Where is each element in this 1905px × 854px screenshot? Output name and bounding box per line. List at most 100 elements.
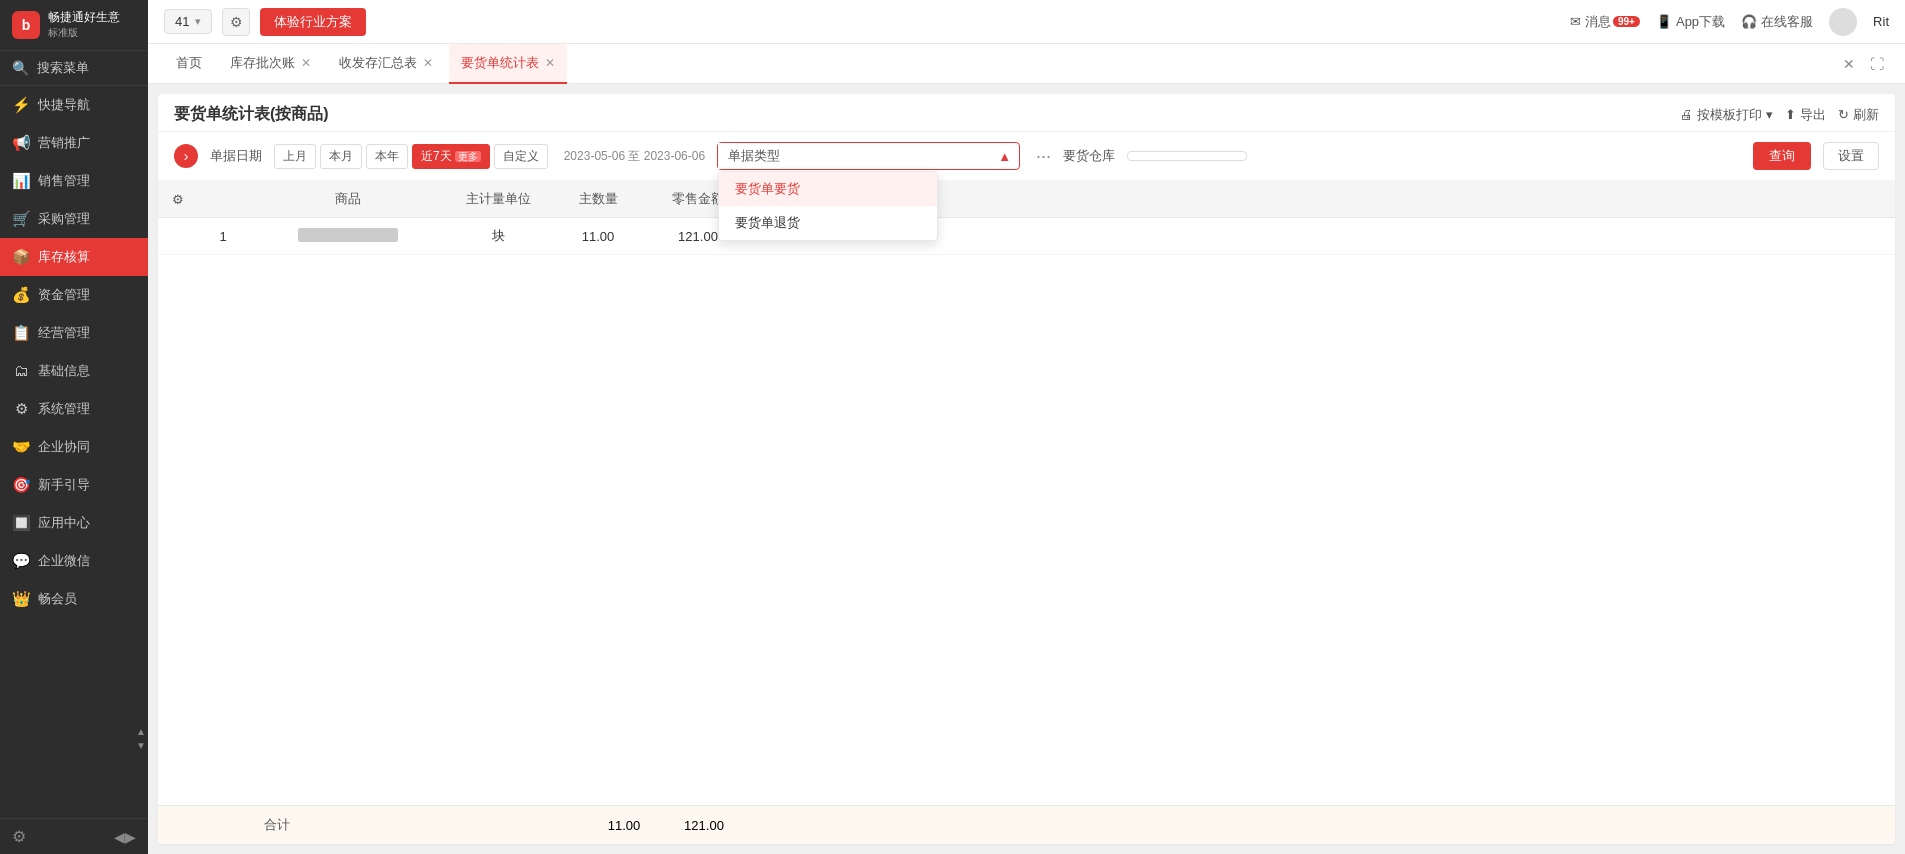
print-template-button[interactable]: 🖨 按模板打印 ▾ [1680, 106, 1773, 124]
custom-date-btn[interactable]: 自定义 [494, 144, 548, 169]
basic-icon: 🗂 [12, 362, 30, 379]
col-quantity-header: 主数量 [548, 181, 648, 218]
sidebar-item-wechat[interactable]: 💬 企业微信 [0, 542, 148, 580]
date-filter-label: 单据日期 [210, 147, 262, 165]
date-btn-group: 上月 本月 本年 近7天更多 自定义 [274, 144, 548, 169]
tabbar: 首页 库存批次账 ✕ 收发存汇总表 ✕ 要货单统计表 ✕ ✕ ⛶ [148, 44, 1905, 84]
app-download-button[interactable]: 📱 App下载 [1656, 13, 1725, 31]
message-label: 消息 [1585, 13, 1611, 31]
tab-home[interactable]: 首页 [164, 44, 214, 84]
sidebar-item-operations[interactable]: 📋 经营管理 [0, 314, 148, 352]
sidebar-item-finance[interactable]: 💰 资金管理 [0, 276, 148, 314]
sidebar-item-label: 快捷导航 [38, 96, 90, 114]
tabbar-actions: ✕ ⛶ [1837, 52, 1889, 76]
type-filter-input[interactable] [790, 145, 990, 168]
tab-order-stats-close[interactable]: ✕ [545, 56, 555, 70]
sidebar-item-label: 畅会员 [38, 590, 77, 608]
sidebar-item-label: 基础信息 [38, 362, 90, 380]
row-index-cell: 1 [198, 218, 248, 255]
tab-batch-account-label: 库存批次账 [230, 54, 295, 72]
sidebar-item-marketing[interactable]: 📢 营销推广 [0, 124, 148, 162]
tab-collection-summary-label: 收发存汇总表 [339, 54, 417, 72]
more-period-btn[interactable]: 近7天更多 [412, 144, 490, 169]
footer-label: 合计 [264, 816, 464, 834]
tab-batch-account[interactable]: 库存批次账 ✕ [218, 44, 323, 84]
topbar-right: ✉ 消息 99+ 📱 App下载 🎧 在线客服 Rit [1570, 8, 1889, 36]
type-filter-dropdown-btn[interactable]: ▲ [990, 145, 1019, 168]
guide-icon: 🎯 [12, 476, 30, 494]
type-filter-group: 单据类型 ▲ 要货单要货 要货单退货 [717, 142, 1020, 170]
row-gear-cell [158, 218, 198, 255]
tab-batch-account-close[interactable]: ✕ [301, 56, 311, 70]
sidebar-item-label: 销售管理 [38, 172, 90, 190]
sidebar-item-member[interactable]: 👑 畅会员 [0, 580, 148, 618]
app-center-icon: 🔲 [12, 514, 30, 532]
online-service-button[interactable]: 🎧 在线客服 [1741, 13, 1813, 31]
cur-year-btn[interactable]: 本年 [366, 144, 408, 169]
trial-button[interactable]: 体验行业方案 [260, 8, 366, 36]
username: Rit [1873, 14, 1889, 29]
company-selector[interactable]: 41 ▾ [164, 9, 212, 34]
sidebar-item-app-center[interactable]: 🔲 应用中心 [0, 504, 148, 542]
sidebar-item-basic[interactable]: 🗂 基础信息 [0, 352, 148, 390]
search-icon: 🔍 [12, 60, 29, 76]
cur-month-btn[interactable]: 本月 [320, 144, 362, 169]
table-row: 1 块 11.00 121.00 [158, 218, 1895, 255]
sidebar-item-label: 经营管理 [38, 324, 90, 342]
sidebar-item-enterprise[interactable]: 🤝 企业协同 [0, 428, 148, 466]
topbar-gear-button[interactable]: ⚙ [222, 8, 250, 36]
col-unit-header: 主计量单位 [448, 181, 548, 218]
sidebar-item-guide[interactable]: 🎯 新手引导 [0, 466, 148, 504]
tab-home-label: 首页 [176, 54, 202, 72]
warehouse-filter-label: 要货仓库 [1063, 147, 1115, 165]
sales-icon: 📊 [12, 172, 30, 190]
page-inner: 要货单统计表(按商品) 🖨 按模板打印 ▾ ⬆ 导出 ↻ 刷新 [158, 94, 1895, 844]
sidebar-item-system[interactable]: ⚙ 系统管理 [0, 390, 148, 428]
close-all-tabs-button[interactable]: ✕ [1837, 52, 1861, 76]
purchase-icon: 🛒 [12, 210, 30, 228]
col-gear-header[interactable]: ⚙ [158, 181, 198, 218]
app-name: 畅捷通好生意 [48, 10, 120, 26]
tab-collection-summary[interactable]: 收发存汇总表 ✕ [327, 44, 445, 84]
dropdown-item-order-request[interactable]: 要货单要货 [719, 172, 937, 206]
quick-nav-icon: ⚡ [12, 96, 30, 114]
sidebar-item-quick-nav[interactable]: ⚡ 快捷导航 [0, 86, 148, 124]
dropdown-item-order-return[interactable]: 要货单退货 [719, 206, 937, 240]
filter-collapse-button[interactable]: › [174, 144, 198, 168]
expand-tabs-button[interactable]: ⛶ [1865, 52, 1889, 76]
sidebar-item-sales[interactable]: 📊 销售管理 [0, 162, 148, 200]
tab-order-stats[interactable]: 要货单统计表 ✕ [449, 44, 567, 84]
col-product-header: 商品 [248, 181, 448, 218]
sidebar-item-label: 企业微信 [38, 552, 90, 570]
type-filter-label: 单据类型 [718, 143, 790, 169]
collapse-icon[interactable]: ◀▶ [114, 829, 136, 845]
product-name-blurred [298, 228, 398, 242]
operations-icon: 📋 [12, 324, 30, 342]
message-badge: 99+ [1613, 16, 1640, 27]
warehouse-input[interactable] [1127, 151, 1247, 161]
more-filters-btn[interactable]: ··· [1036, 146, 1051, 167]
export-button[interactable]: ⬆ 导出 [1785, 106, 1826, 124]
footer-quantity: 11.00 [584, 818, 664, 833]
refresh-button[interactable]: ↻ 刷新 [1838, 106, 1879, 124]
refresh-label: 刷新 [1853, 106, 1879, 124]
scroll-up-arrow[interactable]: ▲ [134, 726, 148, 740]
prev-month-btn[interactable]: 上月 [274, 144, 316, 169]
settings-icon[interactable]: ⚙ [12, 827, 26, 846]
footer-sales-amount: 121.00 [664, 818, 744, 833]
system-icon: ⚙ [12, 400, 30, 418]
page-title: 要货单统计表(按商品) [174, 104, 329, 125]
message-icon: ✉ [1570, 14, 1581, 29]
company-name: 41 [175, 14, 189, 29]
tab-collection-summary-close[interactable]: ✕ [423, 56, 433, 70]
sidebar-item-purchase[interactable]: 🛒 采购管理 [0, 200, 148, 238]
column-settings-button[interactable]: 设置 [1823, 142, 1879, 170]
avatar[interactable] [1829, 8, 1857, 36]
query-button[interactable]: 查询 [1753, 142, 1811, 170]
sidebar-item-inventory[interactable]: 📦 库存核算 [0, 238, 148, 276]
scroll-down-arrow[interactable]: ▼ [134, 740, 148, 754]
search-menu-item[interactable]: 🔍 搜索菜单 [0, 51, 148, 86]
message-button[interactable]: ✉ 消息 99+ [1570, 13, 1640, 31]
logo-icon: b [12, 11, 40, 39]
company-dropdown-arrow: ▾ [195, 15, 201, 28]
